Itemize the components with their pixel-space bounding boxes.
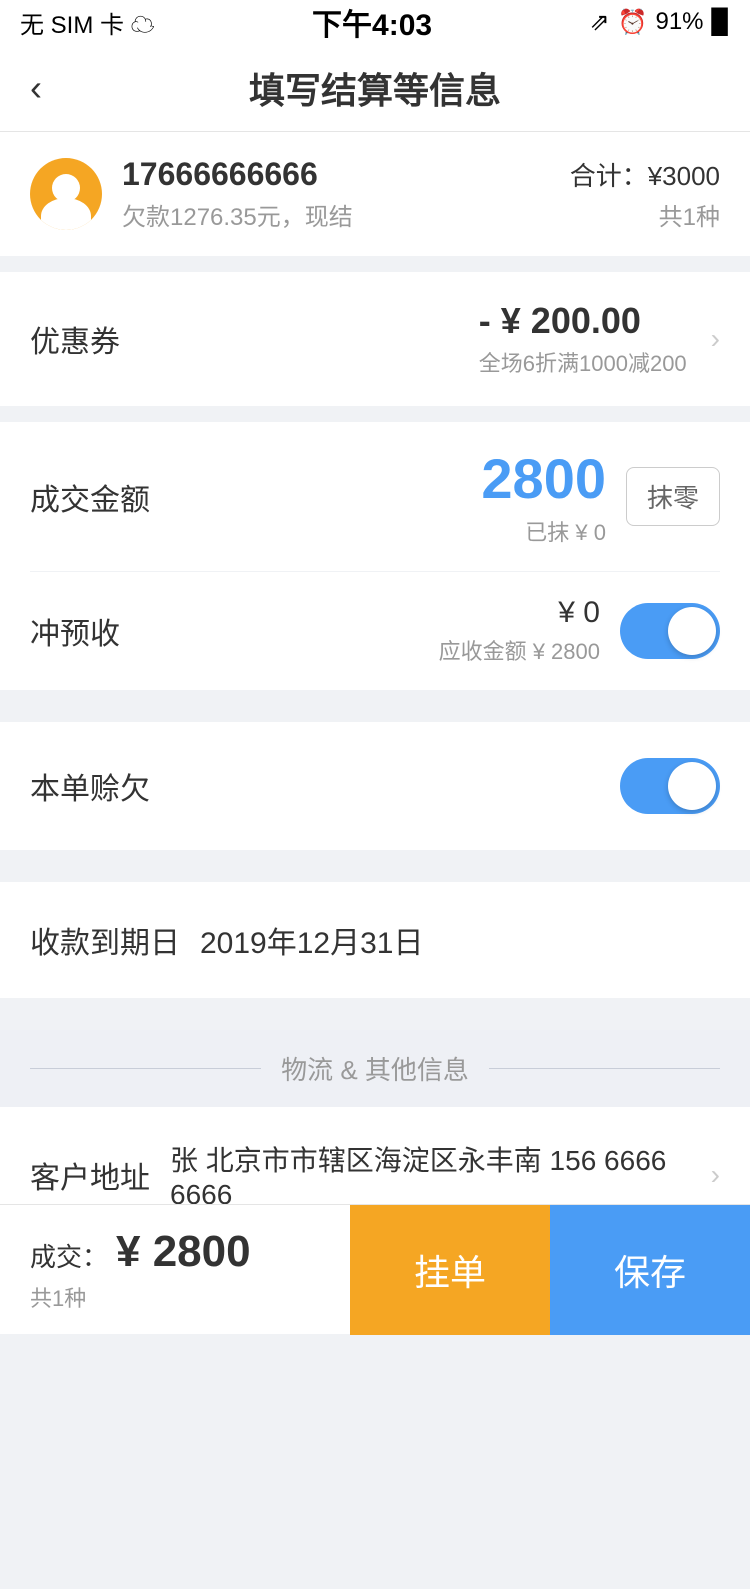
logistics-label: 物流 & 其他信息 xyxy=(281,1050,469,1087)
section-sep-1 xyxy=(0,406,750,422)
debt-toggle[interactable] xyxy=(620,758,720,814)
bottom-bar: 成交： ¥ 2800 共1种 挂单 保存 xyxy=(0,1204,750,1334)
status-right: ⇗ ⏰ 91% ▉ xyxy=(589,8,730,37)
bottom-summary: 成交： ¥ 2800 共1种 xyxy=(0,1227,350,1313)
prepay-sub: 应收金额 ¥ 2800 xyxy=(439,634,600,666)
content: 17666666666 欠款1276.35元，现结 合计：¥3000 共1种 优… xyxy=(0,132,750,1589)
due-section: 收款到期日 2019年12月31日 xyxy=(0,882,750,998)
address-label: 客户地址 xyxy=(30,1153,150,1197)
coupon-discount: - ¥ 200.00 xyxy=(479,300,687,342)
divider-line-right xyxy=(489,1068,720,1069)
customer-info: 17666666666 欠款1276.35元，现结 xyxy=(122,156,353,232)
deal-amount: ¥ 2800 xyxy=(116,1227,251,1277)
customer-total: 合计：¥3000 共1种 xyxy=(570,156,720,232)
location-icon: ⇗ xyxy=(589,8,609,37)
battery-label: 91% xyxy=(655,8,703,36)
amount-number: 2800 xyxy=(481,446,606,511)
due-row: 收款到期日 2019年12月31日 xyxy=(30,882,720,998)
logistics-divider: 物流 & 其他信息 xyxy=(0,1030,750,1107)
coupon-section: 优惠券 - ¥ 200.00 全场6折满1000减200 › xyxy=(0,272,750,406)
divider-line-left xyxy=(30,1068,261,1069)
total-count: 共1种 xyxy=(570,197,720,232)
avatar xyxy=(30,158,102,230)
coupon-label: 优惠券 xyxy=(30,317,120,361)
status-left: 无 SIM 卡 ☁ xyxy=(20,5,155,40)
status-time: 下午4:03 xyxy=(312,0,432,44)
deal-label: 成交： xyxy=(30,1237,108,1274)
coupon-sub: 全场6折满1000减200 xyxy=(479,346,687,378)
status-bar: 无 SIM 卡 ☁ 下午4:03 ⇗ ⏰ 91% ▉ xyxy=(0,0,750,44)
prepay-label: 冲预收 xyxy=(30,609,120,653)
section-sep-3 xyxy=(0,866,750,882)
pend-button[interactable]: 挂单 xyxy=(350,1205,550,1335)
total-label: 合计：¥3000 xyxy=(570,156,720,193)
section-sep-2 xyxy=(0,706,750,722)
debt-label: 本单赊欠 xyxy=(30,764,150,808)
address-arrow-icon: › xyxy=(711,1159,720,1191)
prepay-row: 冲预收 ¥ 0 应收金额 ¥ 2800 xyxy=(30,572,720,690)
due-label: 收款到期日 xyxy=(30,918,180,962)
save-button[interactable]: 保存 xyxy=(550,1205,750,1335)
alarm-icon: ⏰ xyxy=(618,8,648,37)
section-sep-4 xyxy=(0,1014,750,1030)
bottom-deal: 成交： ¥ 2800 xyxy=(30,1227,320,1277)
customer-card: 17666666666 欠款1276.35元，现结 合计：¥3000 共1种 xyxy=(0,132,750,256)
amount-value-group: 2800 已抹 ¥ 0 抹零 xyxy=(481,446,720,547)
back-button[interactable]: ‹ xyxy=(30,67,42,109)
coupon-arrow-icon: › xyxy=(711,323,720,355)
amount-section: 成交金额 2800 已抹 ¥ 0 抹零 冲预收 ¥ 0 应收金额 ¥ 2800 xyxy=(0,422,750,690)
amount-label: 成交金额 xyxy=(30,475,150,519)
deal-sub: 共1种 xyxy=(30,1281,320,1313)
sim-label: 无 SIM 卡 ☁ xyxy=(20,5,155,40)
prepay-right: ¥ 0 应收金额 ¥ 2800 xyxy=(439,596,600,666)
customer-sub: 欠款1276.35元，现结 xyxy=(122,197,353,232)
coupon-row[interactable]: 优惠券 - ¥ 200.00 全场6折满1000减200 › xyxy=(0,272,750,406)
debt-row: 本单赊欠 xyxy=(30,722,720,850)
amount-sub: 已抹 ¥ 0 xyxy=(481,515,606,547)
page-title: 填写结算等信息 xyxy=(249,62,501,114)
amount-row: 成交金额 2800 已抹 ¥ 0 抹零 xyxy=(30,422,720,572)
battery-icon: ▉ xyxy=(712,8,730,37)
customer-phone: 17666666666 xyxy=(122,156,353,193)
address-value: 张 北京市市辖区海淀区永丰南 156 6666 6666 xyxy=(170,1139,691,1211)
round-button[interactable]: 抹零 xyxy=(626,467,720,526)
due-value: 2019年12月31日 xyxy=(200,918,423,962)
prepay-toggle[interactable] xyxy=(620,603,720,659)
customer-left: 17666666666 欠款1276.35元，现结 xyxy=(30,156,353,232)
prepay-value: ¥ 0 xyxy=(558,596,600,630)
nav-bar: ‹ 填写结算等信息 xyxy=(0,44,750,132)
debt-section: 本单赊欠 xyxy=(0,722,750,850)
coupon-right: - ¥ 200.00 全场6折满1000减200 › xyxy=(120,300,720,378)
